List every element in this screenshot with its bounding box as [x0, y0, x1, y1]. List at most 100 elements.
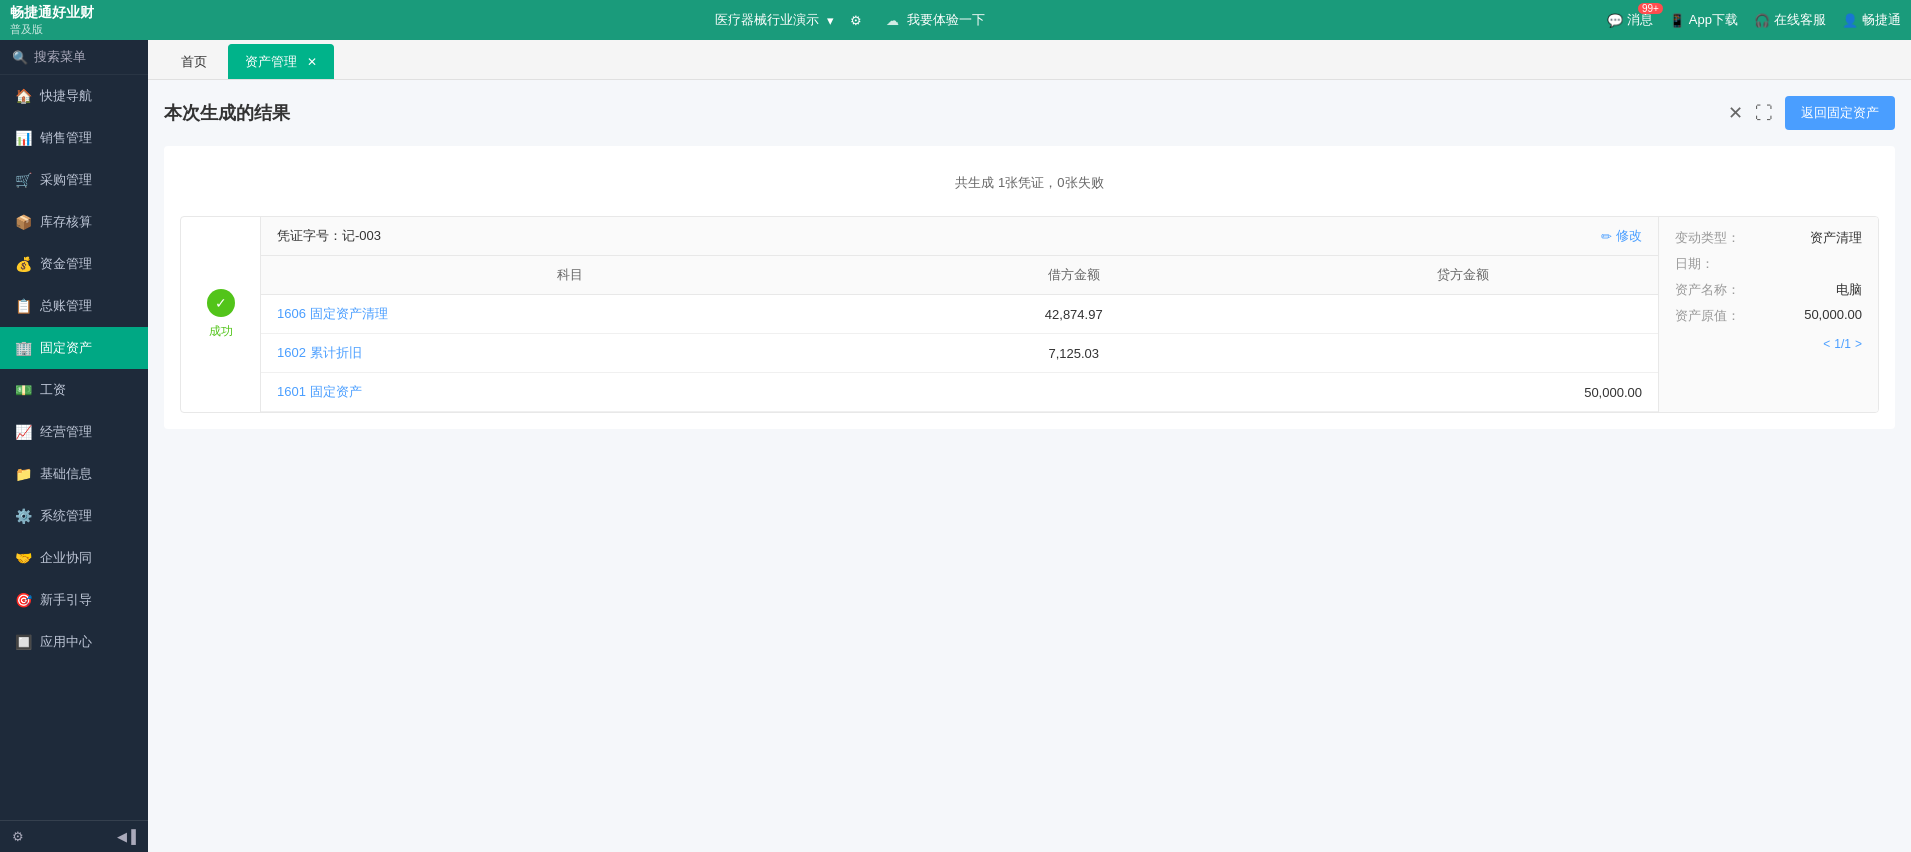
sidebar-item-basic-info[interactable]: 📁 基础信息 [0, 453, 148, 495]
table-row: 1606 固定资产清理42,874.97 [261, 295, 1658, 334]
payroll-icon: 💵 [14, 382, 32, 398]
sidebar-label-basic-info: 基础信息 [40, 465, 92, 483]
page-title: 本次生成的结果 [164, 101, 290, 125]
system-icon: ⚙️ [14, 508, 32, 524]
credit-cell: 50,000.00 [1268, 373, 1658, 412]
fixed-assets-icon: 🏢 [14, 340, 32, 356]
col-subject: 科目 [261, 256, 879, 295]
app-icon: 📱 [1669, 13, 1685, 28]
tab-asset-management[interactable]: 资产管理 ✕ [228, 44, 334, 79]
search-icon: 🔍 [12, 50, 28, 65]
sidebar-item-fixed-assets[interactable]: 🏢 固定资产 [0, 327, 148, 369]
voucher-main: 凭证字号：记-003 ✏ 修改 科目 [261, 217, 1658, 412]
sidebar-label-ledger: 总账管理 [40, 297, 92, 315]
app-download-label: App下载 [1689, 11, 1738, 29]
sidebar-label-payroll: 工资 [40, 381, 66, 399]
voucher-edit-button[interactable]: ✏ 修改 [1601, 227, 1642, 245]
voucher-block: ✓ 成功 凭证字号：记-003 ✏ 修改 [180, 216, 1879, 413]
sidebar-item-app-center[interactable]: 🔲 应用中心 [0, 621, 148, 663]
experience-label[interactable]: 我要体验一下 [907, 11, 985, 29]
result-summary: 共生成 1张凭证，0张失败 [180, 162, 1879, 204]
asset-name-row: 资产名称： 电脑 [1675, 281, 1862, 299]
sidebar-label-app-center: 应用中心 [40, 633, 92, 651]
success-circle: ✓ [207, 289, 235, 317]
gear-icon[interactable]: ⚙ [850, 13, 862, 28]
prev-page-button[interactable]: < [1823, 337, 1830, 351]
tab-home-label: 首页 [181, 54, 207, 69]
sidebar-item-enterprise[interactable]: 🤝 企业协同 [0, 537, 148, 579]
app-download-button[interactable]: 📱 App下载 [1669, 11, 1738, 29]
voucher-table: 科目 借方金额 贷方金额 1606 固定资产清理42,874.971602 累计… [261, 256, 1658, 412]
online-service-button[interactable]: 🎧 在线客服 [1754, 11, 1826, 29]
date-label: 日期： [1675, 255, 1714, 273]
collapse-icon[interactable]: ◀▐ [117, 829, 136, 844]
original-value-row: 资产原值： 50,000.00 [1675, 307, 1862, 325]
sidebar-item-ledger[interactable]: 📋 总账管理 [0, 285, 148, 327]
finance-icon: 💰 [14, 256, 32, 272]
table-row: 1602 累计折旧7,125.03 [261, 334, 1658, 373]
content-area: 首页 资产管理 ✕ 本次生成的结果 ✕ ⛶ 返回固定资产 [148, 40, 1911, 852]
service-icon: 🎧 [1754, 13, 1770, 28]
sidebar-label-inventory: 库存核算 [40, 213, 92, 231]
settings-icon[interactable]: ⚙ [12, 829, 24, 844]
guide-icon: 🎯 [14, 592, 32, 608]
credit-cell [1268, 295, 1658, 334]
sidebar-item-operations[interactable]: 📈 经营管理 [0, 411, 148, 453]
sidebar-label-operations: 经营管理 [40, 423, 92, 441]
sales-icon: 📊 [14, 130, 32, 146]
asset-name-value: 电脑 [1836, 281, 1862, 299]
tab-home[interactable]: 首页 [164, 44, 224, 79]
sidebar-item-quick-nav[interactable]: 🏠 快捷导航 [0, 75, 148, 117]
experience-icon: ☁ [886, 13, 899, 28]
tab-close-icon[interactable]: ✕ [307, 55, 317, 69]
sidebar-scroll: 🔍 搜索菜单 🏠 快捷导航 📊 销售管理 🛒 采购管理 📦 库存核算 💰 [0, 40, 148, 820]
col-credit: 贷方金额 [1268, 256, 1658, 295]
subject-cell[interactable]: 1606 固定资产清理 [261, 295, 879, 334]
debit-cell: 7,125.03 [879, 334, 1269, 373]
next-page-button[interactable]: > [1855, 337, 1862, 351]
sidebar-label-guide: 新手引导 [40, 591, 92, 609]
sidebar-item-inventory[interactable]: 📦 库存核算 [0, 201, 148, 243]
change-type-label: 变动类型： [1675, 229, 1740, 247]
sidebar-label-quick-nav: 快捷导航 [40, 87, 92, 105]
sidebar-label-fixed-assets: 固定资产 [40, 339, 92, 357]
sidebar-item-payroll[interactable]: 💵 工资 [0, 369, 148, 411]
result-panel: 共生成 1张凭证，0张失败 ✓ 成功 凭证字号：记-003 [164, 146, 1895, 429]
subject-cell[interactable]: 1602 累计折旧 [261, 334, 879, 373]
sidebar-item-finance[interactable]: 💰 资金管理 [0, 243, 148, 285]
sidebar-item-sales[interactable]: 📊 销售管理 [0, 117, 148, 159]
dropdown-arrow-icon[interactable]: ▾ [827, 13, 834, 28]
sidebar-label-system: 系统管理 [40, 507, 92, 525]
close-panel-button[interactable]: ✕ [1728, 102, 1743, 124]
online-service-label: 在线客服 [1774, 11, 1826, 29]
messages-badge: 99+ [1638, 3, 1663, 14]
voucher-header: 凭证字号：记-003 ✏ 修改 [261, 217, 1658, 256]
enterprise-icon: 🤝 [14, 550, 32, 566]
debit-cell: 42,874.97 [879, 295, 1269, 334]
tab-bar: 首页 资产管理 ✕ [148, 40, 1911, 80]
user-button[interactable]: 👤 畅捷通 [1842, 11, 1901, 29]
sidebar-label-purchase: 采购管理 [40, 171, 92, 189]
side-info: 变动类型： 资产清理 日期： 资产名称： 电脑 [1658, 217, 1878, 412]
sidebar-item-purchase[interactable]: 🛒 采购管理 [0, 159, 148, 201]
return-button[interactable]: 返回固定资产 [1785, 96, 1895, 130]
success-text: 成功 [209, 323, 233, 340]
inventory-icon: 📦 [14, 214, 32, 230]
messages-button[interactable]: 💬 消息 99+ [1607, 11, 1653, 29]
operations-icon: 📈 [14, 424, 32, 440]
tab-asset-management-label: 资产管理 [245, 54, 297, 69]
subject-cell[interactable]: 1601 固定资产 [261, 373, 879, 412]
sidebar-item-system[interactable]: ⚙️ 系统管理 [0, 495, 148, 537]
asset-name-label: 资产名称： [1675, 281, 1740, 299]
debit-cell [879, 373, 1269, 412]
sidebar-search[interactable]: 🔍 搜索菜单 [0, 40, 148, 75]
company-name[interactable]: 医疗器械行业演示 [715, 11, 819, 29]
sidebar: 🔍 搜索菜单 🏠 快捷导航 📊 销售管理 🛒 采购管理 📦 库存核算 💰 [0, 40, 148, 852]
purchase-icon: 🛒 [14, 172, 32, 188]
table-row: 1601 固定资产 50,000.00 [261, 373, 1658, 412]
topbar: 畅捷通好业财 普及版 医疗器械行业演示 ▾ ⚙ ☁ 我要体验一下 💬 消息 99… [0, 0, 1911, 40]
sidebar-item-guide[interactable]: 🎯 新手引导 [0, 579, 148, 621]
change-type-row: 变动类型： 资产清理 [1675, 229, 1862, 247]
home-icon: 🏠 [14, 88, 32, 104]
expand-panel-button[interactable]: ⛶ [1755, 103, 1773, 124]
